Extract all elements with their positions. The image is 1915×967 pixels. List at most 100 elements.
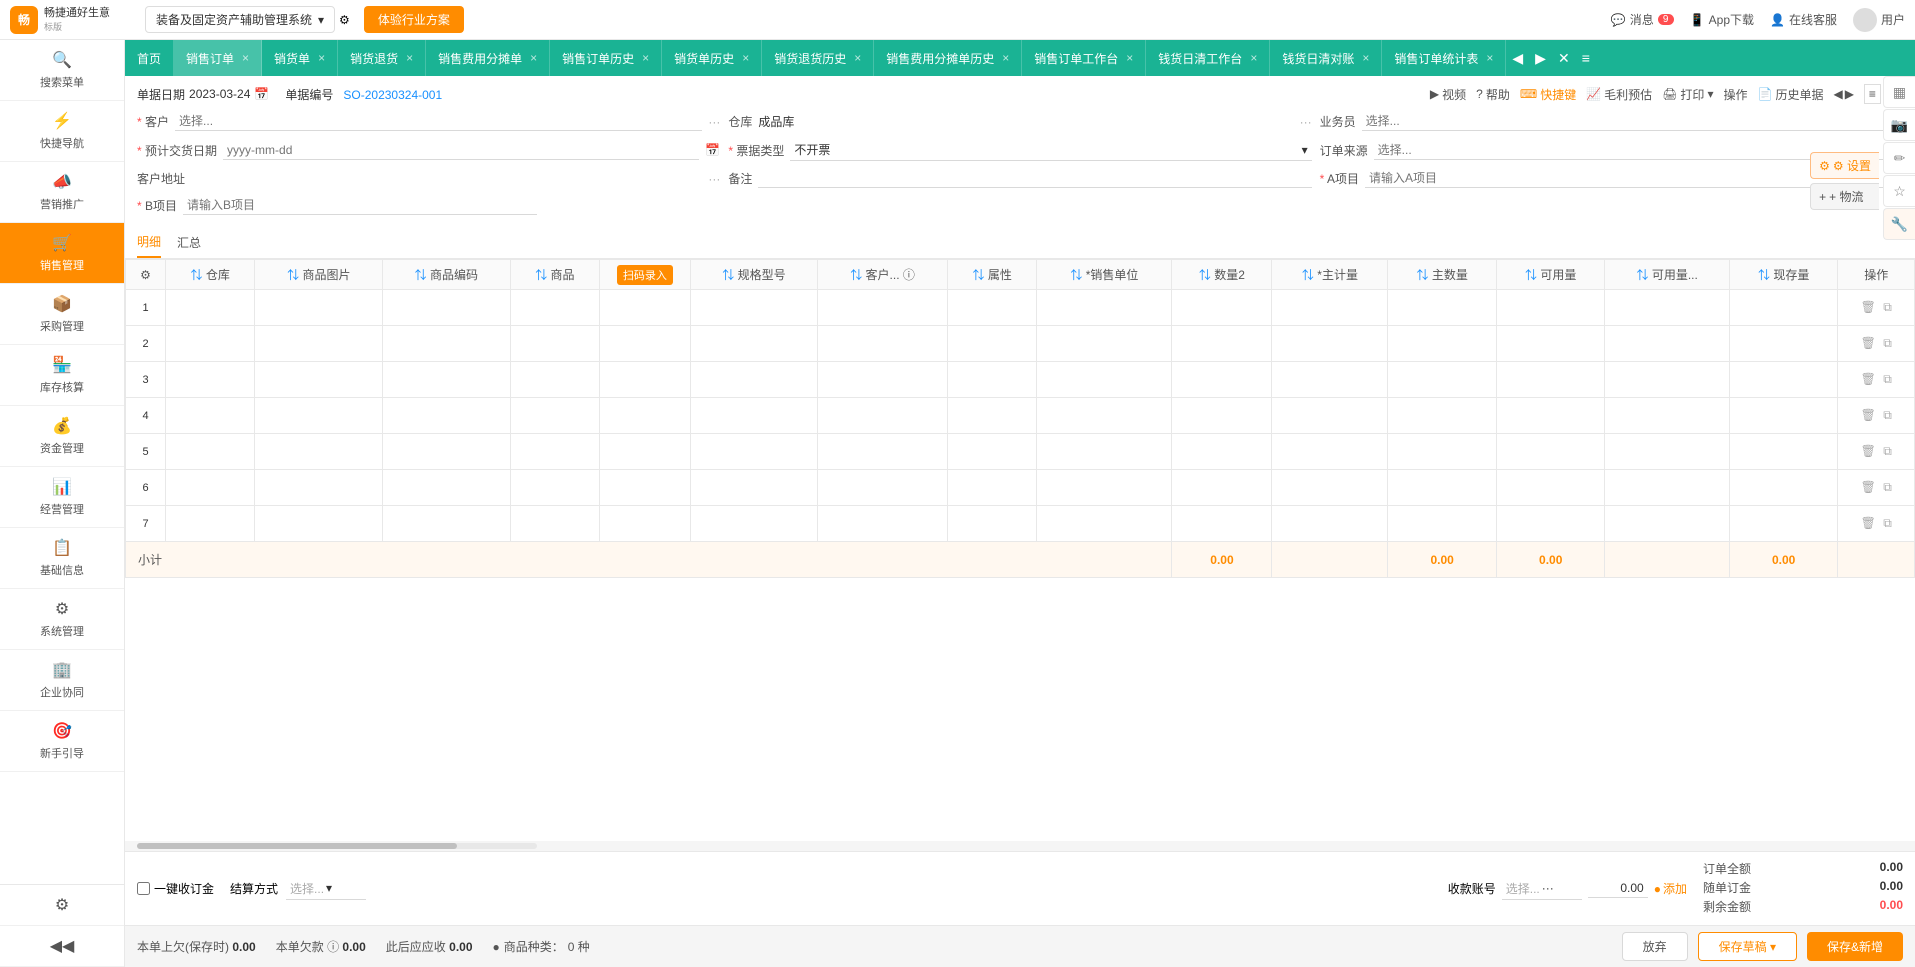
copy-icon[interactable]: ⧉ — [1883, 480, 1892, 494]
tab-close-icon[interactable]: × — [1250, 51, 1257, 65]
sidebar-settings-btn[interactable]: ⚙ — [0, 885, 124, 926]
tab-close-icon[interactable]: × — [1486, 51, 1493, 65]
address-more-icon[interactable]: ··· — [708, 172, 720, 186]
row-main-unit-1[interactable] — [1272, 290, 1388, 326]
th-spec[interactable]: ⇅ 规格型号 — [690, 260, 818, 290]
delete-icon[interactable]: 🗑 — [1861, 516, 1876, 530]
tab-close-icon[interactable]: × — [406, 51, 413, 65]
tab-summary[interactable]: 汇总 — [177, 230, 201, 257]
view-btn[interactable]: ▶ 视频 — [1430, 86, 1466, 103]
calendar2-icon[interactable]: 📅 — [705, 143, 720, 157]
copy-icon[interactable]: ⧉ — [1883, 408, 1892, 422]
tab-next-btn[interactable]: ▶ — [1529, 40, 1552, 76]
account-select[interactable]: 选择... ··· — [1502, 878, 1582, 900]
one-click-deposit-checkbox[interactable] — [137, 882, 150, 895]
th-scan[interactable]: 扫码录入 — [600, 260, 690, 290]
sidebar-item-finance[interactable]: 💰 资金管理 — [0, 406, 124, 467]
sidebar-item-purchase[interactable]: 📦 采购管理 — [0, 284, 124, 345]
scan-btn[interactable]: 扫码录入 — [617, 265, 673, 285]
system-selector[interactable]: 装备及固定资产辅助管理系统 ▾ — [145, 6, 335, 33]
tab-sales-invoice[interactable]: 销货单 × — [262, 40, 338, 76]
right-btn-edit[interactable]: ✏ — [1883, 142, 1915, 174]
th-stock[interactable]: ⇅ 现存量 — [1729, 260, 1838, 290]
sidebar-item-inventory[interactable]: 🏪 库存核算 — [0, 345, 124, 406]
tab-sales-order[interactable]: 销售订单 × — [174, 40, 262, 76]
row-code-1[interactable] — [383, 290, 511, 326]
right-btn-star[interactable]: ☆ — [1883, 175, 1915, 207]
setup-btn[interactable]: ⚙ ⚙ 设置 — [1810, 152, 1879, 179]
row-cust-1[interactable] — [818, 290, 948, 326]
th-product-name[interactable]: ⇅ 商品 — [510, 260, 599, 290]
print-btn[interactable]: 🖨 打印 ▾ — [1662, 86, 1713, 103]
tab-daily-clear[interactable]: 钱货日清工作台 × — [1146, 40, 1270, 76]
right-btn-tool[interactable]: 🔧 — [1883, 208, 1915, 240]
right-btn-grid[interactable]: ▦ — [1883, 76, 1915, 108]
b-project-input[interactable] — [183, 196, 537, 215]
th-available[interactable]: ⇅ 可用量 — [1496, 260, 1605, 290]
scrollbar-track[interactable] — [137, 843, 537, 849]
calendar-icon[interactable]: 📅 — [254, 87, 269, 101]
row-unit-1[interactable] — [1037, 290, 1172, 326]
list-view-btn[interactable]: ≡ — [1864, 84, 1881, 104]
tab-stats[interactable]: 销售订单统计表 × — [1382, 40, 1506, 76]
right-btn-camera[interactable]: 📷 — [1883, 109, 1915, 141]
app-download-btn[interactable]: 📱 App下载 — [1690, 11, 1754, 28]
th-customer-attr[interactable]: ⇅ 客户... ⓘ — [818, 260, 948, 290]
copy-icon[interactable]: ⧉ — [1883, 336, 1892, 350]
profit-btn[interactable]: 📈 毛利预估 — [1586, 86, 1652, 103]
delete-icon[interactable]: 🗑 — [1861, 372, 1876, 386]
sidebar-item-enterprise[interactable]: 🏢 企业协同 — [0, 650, 124, 711]
shortcut-btn[interactable]: ⌨ 快捷键 — [1520, 86, 1576, 103]
delivery-input[interactable] — [223, 141, 699, 160]
th-product-img[interactable]: ⇅ 商品图片 — [255, 260, 383, 290]
th-sales-unit[interactable]: ⇅ *销售单位 — [1037, 260, 1172, 290]
invoice-select[interactable]: 不开票 ▾ — [790, 139, 1311, 161]
copy-icon[interactable]: ⧉ — [1883, 372, 1892, 386]
tab-close-icon[interactable]: × — [642, 51, 649, 65]
sidebar-item-operations[interactable]: 📊 经营管理 — [0, 467, 124, 528]
copy-icon[interactable]: ⧉ — [1883, 444, 1892, 458]
sidebar-item-guide[interactable]: 🎯 新手引导 — [0, 711, 124, 772]
sidebar-item-search[interactable]: 🔍 搜索菜单 — [0, 40, 124, 101]
delete-icon[interactable]: 🗑 — [1861, 336, 1876, 350]
tab-detail[interactable]: 明细 — [137, 229, 161, 258]
operation-btn[interactable]: 操作 — [1723, 86, 1747, 103]
add-payment-btn[interactable]: ● 添加 — [1654, 880, 1687, 897]
th-main-unit[interactable]: ⇅ *主计量 — [1272, 260, 1388, 290]
sidebar-item-marketing[interactable]: 📣 营销推广 — [0, 162, 124, 223]
th-warehouse[interactable]: ⇅ 仓库 — [166, 260, 255, 290]
sidebar-item-quick-nav[interactable]: ⚡ 快捷导航 — [0, 101, 124, 162]
row-product-1[interactable] — [510, 290, 599, 326]
tab-close-icon[interactable]: × — [1002, 51, 1009, 65]
customer-input[interactable] — [175, 112, 702, 131]
tab-order-history[interactable]: 销售订单历史 × — [550, 40, 662, 76]
sidebar-item-sales[interactable]: 🛒 销售管理 — [0, 223, 124, 284]
th-settings[interactable]: ⚙ — [126, 260, 166, 290]
tab-close-icon[interactable]: × — [318, 51, 325, 65]
help-btn[interactable]: ? 帮助 — [1476, 86, 1510, 103]
warehouse-more-icon[interactable]: ··· — [1300, 115, 1312, 129]
copy-icon[interactable]: ⧉ — [1883, 300, 1892, 314]
sidebar-collapse-btn[interactable]: ◀◀ — [0, 926, 124, 967]
tab-return-history[interactable]: 销货退货历史 × — [762, 40, 874, 76]
delete-icon[interactable]: 🗑 — [1861, 444, 1876, 458]
row-main-qty-1[interactable] — [1388, 290, 1497, 326]
tab-close-all-btn[interactable]: ✕ — [1552, 40, 1576, 76]
tab-home[interactable]: 首页 — [125, 40, 174, 76]
tab-order-workbench[interactable]: 销售订单工作台 × — [1022, 40, 1146, 76]
payment-amount[interactable]: 0.00 — [1588, 879, 1648, 898]
account-more-icon[interactable]: ··· — [1542, 881, 1554, 895]
online-service-btn[interactable]: 👤 在线客服 — [1770, 11, 1837, 28]
th-attributes[interactable]: ⇅ 属性 — [947, 260, 1036, 290]
user-btn[interactable]: 用户 — [1853, 8, 1905, 32]
th-available2[interactable]: ⇅ 可用量... — [1605, 260, 1729, 290]
tab-close-icon[interactable]: × — [742, 51, 749, 65]
row-qty2-1[interactable] — [1172, 290, 1272, 326]
tab-reconcile[interactable]: 钱货日清对账 × — [1270, 40, 1382, 76]
tab-close-icon[interactable]: × — [854, 51, 861, 65]
delete-icon[interactable]: 🗑 — [1861, 408, 1876, 422]
message-btn[interactable]: 💬 消息 9 — [1611, 11, 1674, 28]
sidebar-item-system[interactable]: ⚙ 系统管理 — [0, 589, 124, 650]
tab-close-icon[interactable]: × — [1362, 51, 1369, 65]
tab-close-icon[interactable]: × — [242, 51, 249, 65]
